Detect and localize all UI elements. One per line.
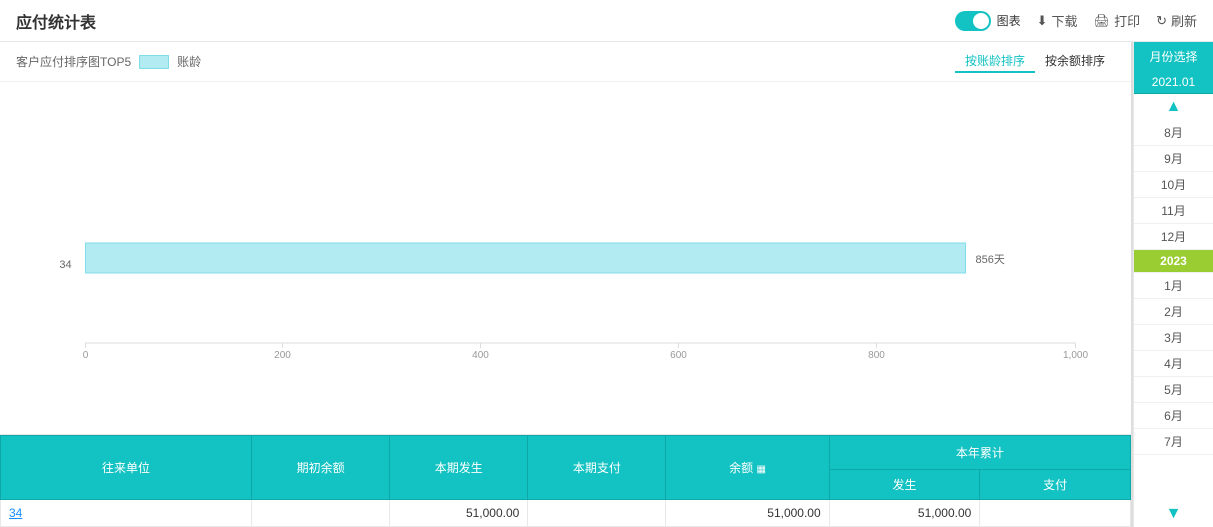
sidebar-container: 月份选择 2021.01 ▲ 8月 9月 10月 11月 12月 2023 1月…: [1131, 42, 1213, 527]
svg-text:856天: 856天: [976, 254, 1005, 266]
cell-unit[interactable]: 34: [1, 500, 252, 527]
sidebar-year-marker: 2023: [1134, 250, 1213, 273]
sidebar-up-button[interactable]: ▲: [1134, 94, 1213, 120]
chart-title: 客户应付排序图TOP5: [16, 53, 131, 70]
cell-ytd-payment: [980, 500, 1131, 527]
sidebar-header: 月份选择: [1134, 42, 1213, 71]
download-icon: ⬇: [1037, 13, 1048, 29]
cell-balance: 51,000.00: [666, 500, 829, 527]
sidebar-month-1[interactable]: 1月: [1134, 273, 1213, 299]
svg-text:1,000: 1,000: [1063, 350, 1088, 361]
print-label: 打印: [1114, 11, 1140, 30]
data-table: 往来单位 期初余额 本期发生 本期支付 余额 ▦ 本年累计 发生: [0, 435, 1131, 527]
print-button[interactable]: 🖨 打印: [1094, 11, 1141, 30]
header: 应付统计表 图表 ⬇ 下载 🖨 打印 ↻ 刷新: [0, 0, 1213, 42]
svg-text:200: 200: [274, 350, 291, 361]
col-header-payment: 本期支付: [528, 436, 666, 500]
sidebar-month-7[interactable]: 7月: [1134, 429, 1213, 455]
legend-box: [139, 55, 169, 69]
sidebar-month-3[interactable]: 3月: [1134, 325, 1213, 351]
page-title: 应付统计表: [16, 9, 96, 33]
refresh-label: 刷新: [1171, 11, 1197, 30]
table-header-row-1: 往来单位 期初余额 本期发生 本期支付 余额 ▦ 本年累计: [1, 436, 1131, 470]
header-actions: 图表 ⬇ 下载 🖨 打印 ↻ 刷新: [955, 11, 1197, 31]
svg-text:800: 800: [868, 350, 885, 361]
refresh-icon: ↻: [1156, 13, 1167, 29]
sidebar-month-5[interactable]: 5月: [1134, 377, 1213, 403]
col-header-balance: 余额 ▦: [666, 436, 829, 500]
col-header-occurrence: 本期发生: [390, 436, 528, 500]
col-header-unit: 往来单位: [1, 436, 252, 500]
chart-legend: 客户应付排序图TOP5 账龄: [16, 53, 201, 70]
chart-sort-buttons: 按账龄排序 按余额排序: [955, 50, 1115, 73]
page-wrapper: 应付统计表 图表 ⬇ 下载 🖨 打印 ↻ 刷新: [0, 0, 1213, 527]
sidebar-month-6[interactable]: 6月: [1134, 403, 1213, 429]
cell-opening: [252, 500, 390, 527]
svg-text:0: 0: [83, 350, 89, 361]
col-header-opening: 期初余额: [252, 436, 390, 500]
sidebar-month-2[interactable]: 2月: [1134, 299, 1213, 325]
sidebar-month-4[interactable]: 4月: [1134, 351, 1213, 377]
right-sidebar: 月份选择 2021.01 ▲ 8月 9月 10月 11月 12月 2023 1月…: [1133, 42, 1213, 527]
table-row: 34 51,000.00 51,000.00 51,000.00: [1, 500, 1131, 527]
col-header-ytd: 本年累计: [829, 436, 1130, 470]
sidebar-months-list: 8月 9月 10月 11月 12月 2023 1月 2月 3月 4月 5月 6月…: [1134, 120, 1213, 501]
download-button[interactable]: ⬇ 下载: [1037, 11, 1078, 30]
main-content: 客户应付排序图TOP5 账龄 按账龄排序 按余额排序 34 856天: [0, 42, 1213, 527]
refresh-button[interactable]: ↻ 刷新: [1156, 11, 1197, 30]
table-wrapper: 往来单位 期初余额 本期发生 本期支付 余额 ▦ 本年累计 发生: [0, 435, 1131, 527]
sort-by-balance-button[interactable]: 按余额排序: [1035, 50, 1115, 73]
svg-text:600: 600: [670, 350, 687, 361]
col-header-ytd-occurrence: 发生: [829, 470, 980, 500]
svg-text:34: 34: [59, 259, 71, 271]
chart-toggle-label: 图表: [997, 12, 1021, 29]
chart-bar: [86, 243, 966, 273]
chart-header: 客户应付排序图TOP5 账龄 按账龄排序 按余额排序: [0, 42, 1131, 82]
sidebar-year[interactable]: 2021.01: [1134, 71, 1213, 94]
legend-label: 账龄: [177, 53, 201, 70]
sidebar-month-12[interactable]: 12月: [1134, 224, 1213, 250]
chart-svg: 34 856天 0 200 400 600 800 1,000: [16, 148, 1115, 378]
chart-toggle[interactable]: [955, 11, 991, 31]
sort-by-age-button[interactable]: 按账龄排序: [955, 50, 1035, 73]
cell-occurrence: 51,000.00: [390, 500, 528, 527]
sidebar-month-10[interactable]: 10月: [1134, 172, 1213, 198]
col-header-ytd-payment: 支付: [980, 470, 1131, 500]
table-body: 34 51,000.00 51,000.00 51,000.00: [1, 500, 1131, 527]
cell-payment: [528, 500, 666, 527]
chart-area: 客户应付排序图TOP5 账龄 按账龄排序 按余额排序 34 856天: [0, 42, 1131, 527]
chart-body: 34 856天 0 200 400 600 800 1,000: [0, 82, 1131, 434]
print-icon: 🖨: [1094, 13, 1111, 29]
cell-ytd-occurrence: 51,000.00: [829, 500, 980, 527]
sidebar-down-button[interactable]: ▼: [1134, 501, 1213, 527]
sidebar-month-11[interactable]: 11月: [1134, 198, 1213, 224]
download-label: 下载: [1052, 11, 1078, 30]
table-area: 往来单位 期初余额 本期发生 本期支付 余额 ▦ 本年累计 发生: [0, 434, 1131, 527]
sidebar-month-8[interactable]: 8月: [1134, 120, 1213, 146]
svg-text:400: 400: [472, 350, 489, 361]
sidebar-month-9[interactable]: 9月: [1134, 146, 1213, 172]
chart-toggle-wrapper: 图表: [955, 11, 1021, 31]
